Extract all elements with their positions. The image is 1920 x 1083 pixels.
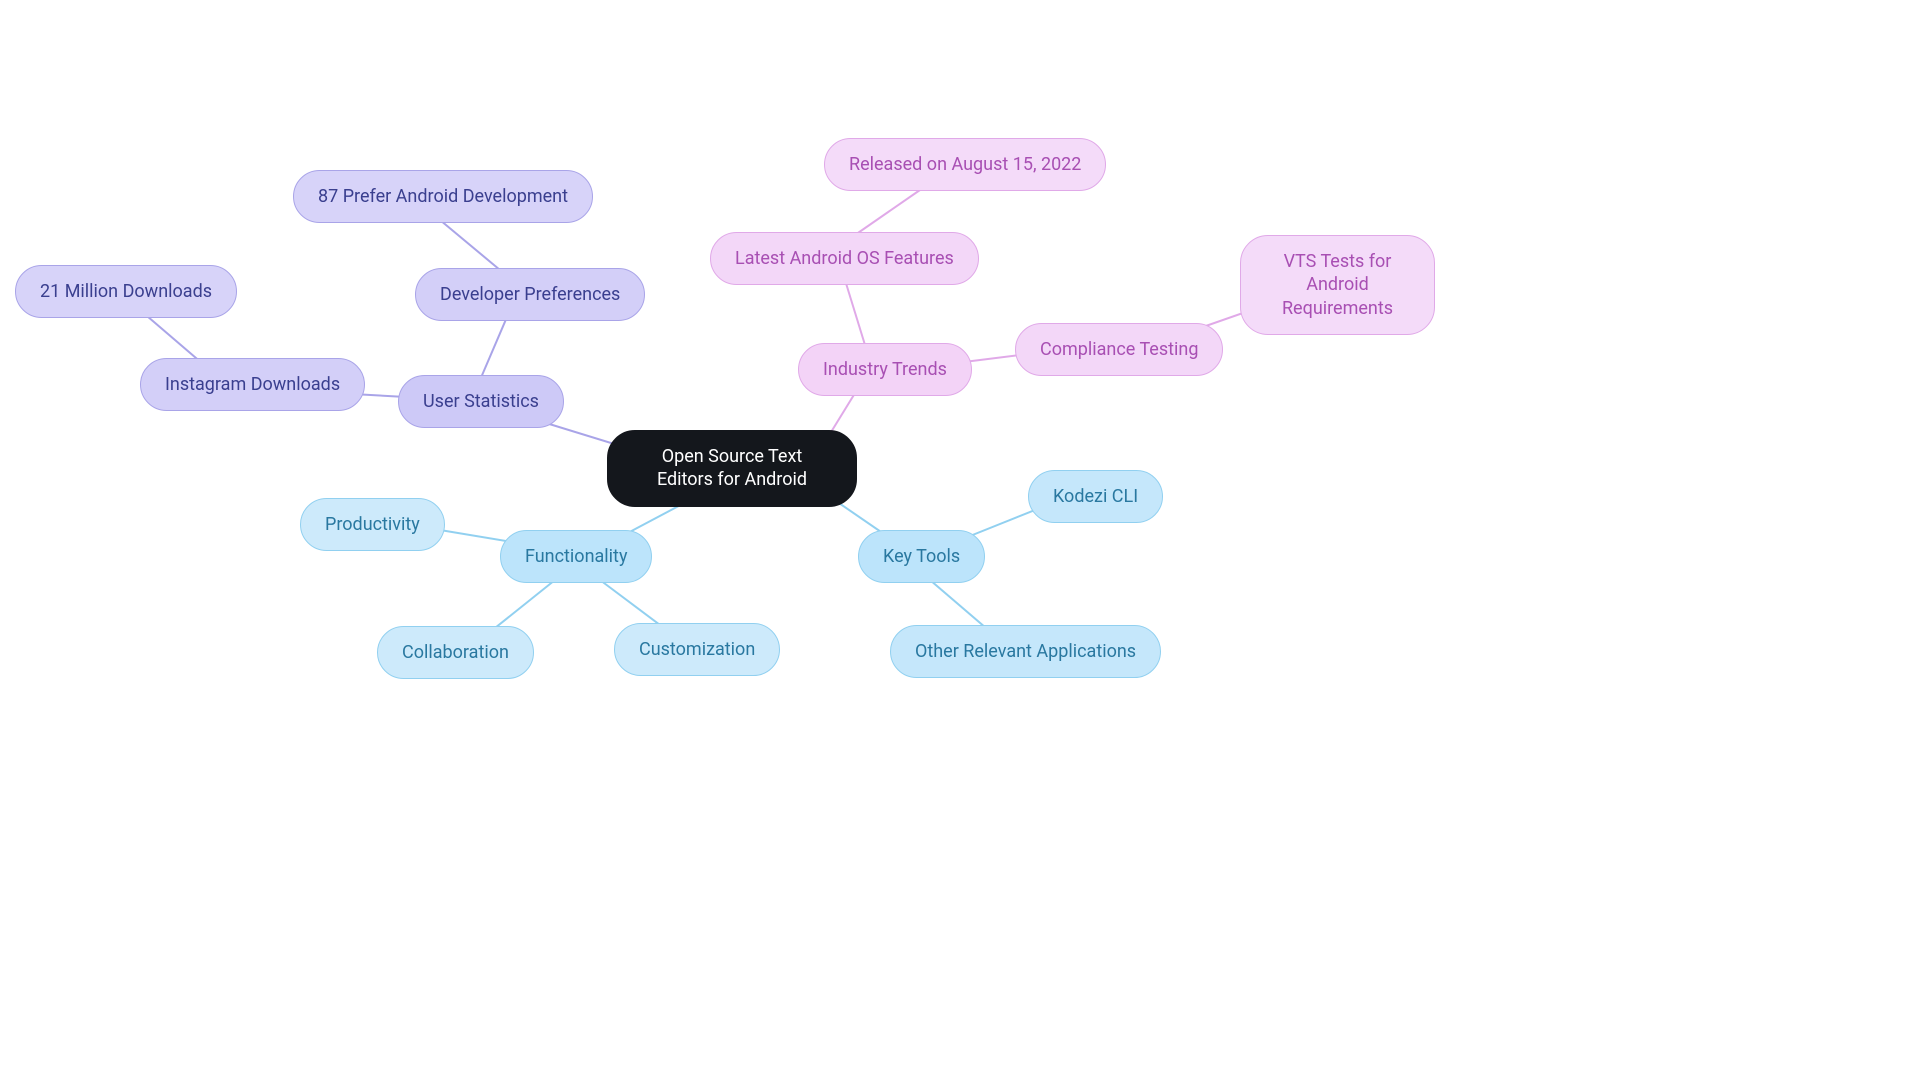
- node-label: Customization: [639, 638, 755, 661]
- mindmap-canvas: Open Source Text Editors for Android Use…: [0, 0, 1920, 1083]
- node-collaboration[interactable]: Collaboration: [377, 626, 534, 679]
- node-21m-downloads[interactable]: 21 Million Downloads: [15, 265, 237, 318]
- root-label: Open Source Text Editors for Android: [632, 445, 832, 492]
- node-label: Released on August 15, 2022: [849, 153, 1081, 176]
- node-label: Productivity: [325, 513, 420, 536]
- node-label: Other Relevant Applications: [915, 640, 1136, 663]
- node-other-apps[interactable]: Other Relevant Applications: [890, 625, 1161, 678]
- node-label: User Statistics: [423, 390, 539, 413]
- node-industry-trends[interactable]: Industry Trends: [798, 343, 972, 396]
- node-developer-preferences[interactable]: Developer Preferences: [415, 268, 645, 321]
- node-productivity[interactable]: Productivity: [300, 498, 445, 551]
- node-label: Industry Trends: [823, 358, 947, 381]
- node-label: 21 Million Downloads: [40, 280, 212, 303]
- node-key-tools[interactable]: Key Tools: [858, 530, 985, 583]
- node-87-prefer[interactable]: 87 Prefer Android Development: [293, 170, 593, 223]
- node-instagram-downloads[interactable]: Instagram Downloads: [140, 358, 365, 411]
- node-label: Latest Android OS Features: [735, 247, 954, 270]
- node-kodezi-cli[interactable]: Kodezi CLI: [1028, 470, 1163, 523]
- node-label: VTS Tests for Android Requirements: [1265, 250, 1410, 320]
- root-node[interactable]: Open Source Text Editors for Android: [607, 430, 857, 507]
- node-functionality[interactable]: Functionality: [500, 530, 652, 583]
- node-label: Instagram Downloads: [165, 373, 340, 396]
- node-label: Developer Preferences: [440, 283, 620, 306]
- node-label: Collaboration: [402, 641, 509, 664]
- node-label: Functionality: [525, 545, 627, 568]
- node-latest-android[interactable]: Latest Android OS Features: [710, 232, 979, 285]
- node-label: Key Tools: [883, 545, 960, 568]
- node-vts-tests[interactable]: VTS Tests for Android Requirements: [1240, 235, 1435, 335]
- node-label: Compliance Testing: [1040, 338, 1198, 361]
- node-label: Kodezi CLI: [1053, 485, 1138, 508]
- node-compliance-testing[interactable]: Compliance Testing: [1015, 323, 1223, 376]
- node-user-statistics[interactable]: User Statistics: [398, 375, 564, 428]
- node-customization[interactable]: Customization: [614, 623, 780, 676]
- node-label: 87 Prefer Android Development: [318, 185, 568, 208]
- node-released-date[interactable]: Released on August 15, 2022: [824, 138, 1106, 191]
